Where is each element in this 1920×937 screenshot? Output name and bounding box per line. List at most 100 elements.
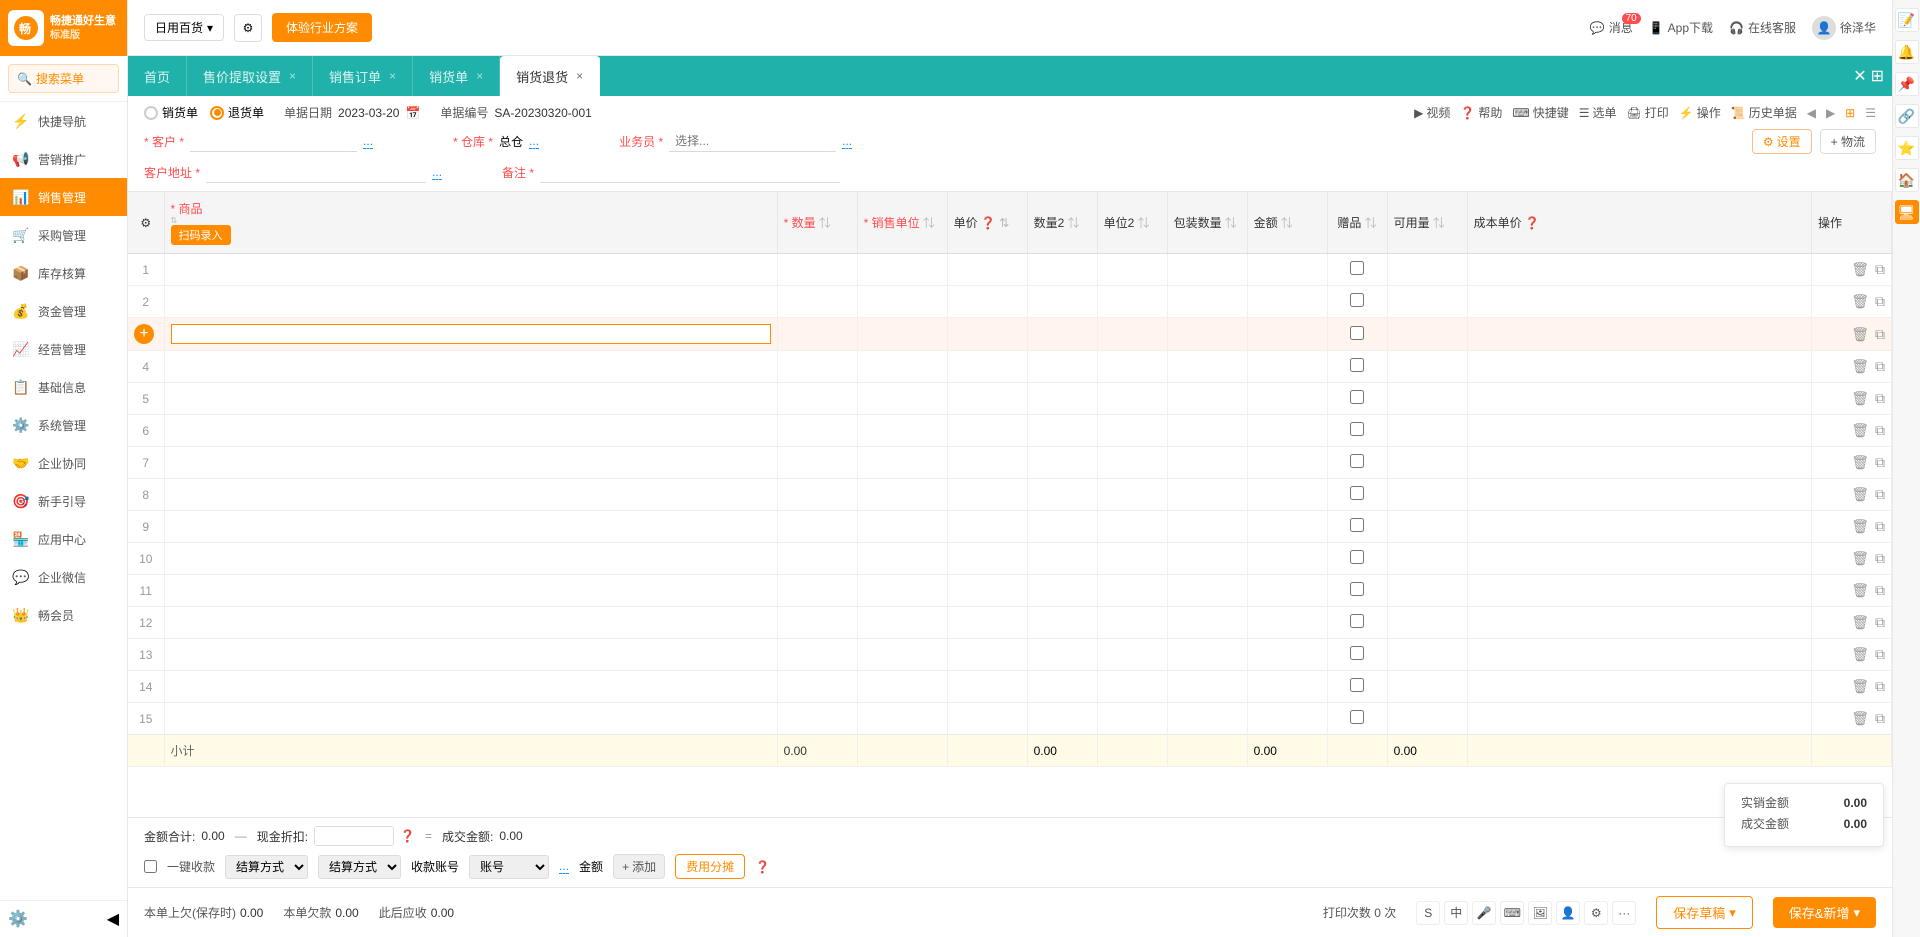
sort-pack-icon[interactable]: ⇅ bbox=[1225, 216, 1237, 230]
sidebar-item-basic[interactable]: 📋 基础信息 bbox=[0, 368, 127, 406]
close-tab-button[interactable]: ✕ bbox=[1853, 66, 1866, 86]
row4-delete-icon[interactable]: 🗑 bbox=[1851, 358, 1869, 375]
right-panel-btn-4[interactable]: 🔗 bbox=[1895, 104, 1919, 128]
customer-more-link[interactable]: ... bbox=[363, 134, 373, 149]
sales-rep-input[interactable] bbox=[669, 131, 836, 152]
row2-copy-icon[interactable]: ⧉ bbox=[1875, 293, 1885, 310]
sales-rep-more-link[interactable]: ... bbox=[842, 134, 852, 149]
tab-sales-return[interactable]: 销货退货 × bbox=[500, 56, 600, 96]
sidebar-item-newguide[interactable]: 🎯 新手引导 bbox=[0, 482, 127, 520]
calculation-select[interactable]: 结算方式 bbox=[318, 855, 401, 879]
sidebar-item-shortcut[interactable]: ⚡ 快捷导航 bbox=[0, 102, 127, 140]
sidebar-item-wechat[interactable]: 💬 企业微信 bbox=[0, 558, 127, 596]
scan-input-button[interactable]: 扫码录入 bbox=[171, 225, 231, 245]
sort-available-icon[interactable]: ⇅ bbox=[1433, 216, 1445, 230]
cash-discount-help-icon[interactable]: ❓ bbox=[400, 829, 415, 843]
row14-delete-icon[interactable]: 🗑 bbox=[1851, 678, 1869, 695]
row14-gift-checkbox[interactable] bbox=[1350, 678, 1364, 692]
tab-close-sales-order[interactable]: × bbox=[389, 69, 396, 83]
app-download-button[interactable]: 📱 App下载 bbox=[1649, 19, 1713, 36]
row6-delete-icon[interactable]: 🗑 bbox=[1851, 422, 1869, 439]
customer-input[interactable] bbox=[190, 131, 357, 152]
fee-split-help-icon[interactable]: ❓ bbox=[755, 860, 770, 874]
sidebar-item-purchase[interactable]: 🛒 采购管理 bbox=[0, 216, 127, 254]
sort-unit-icon[interactable]: ⇅ bbox=[923, 216, 935, 230]
fee-split-button[interactable]: 费用分摊 bbox=[675, 854, 745, 879]
row12-copy-icon[interactable]: ⧉ bbox=[1875, 614, 1885, 631]
account-more-link[interactable]: ... bbox=[559, 859, 569, 874]
row2-delete-icon[interactable]: 🗑 bbox=[1851, 293, 1869, 310]
settings-bottom-icon[interactable]: ⚙️ bbox=[8, 909, 28, 929]
row10-delete-icon[interactable]: 🗑 bbox=[1851, 550, 1869, 567]
sort-goods-icon[interactable]: ⇅ bbox=[171, 217, 771, 225]
nav-next-icon[interactable]: ▶ bbox=[1826, 106, 1835, 120]
row11-gift-checkbox[interactable] bbox=[1350, 582, 1364, 596]
tab-close-price-setting[interactable]: × bbox=[289, 69, 296, 83]
add-logistics-button[interactable]: + 物流 bbox=[1820, 129, 1876, 154]
calendar-icon[interactable]: 📅 bbox=[405, 106, 420, 120]
row7-copy-icon[interactable]: ⧉ bbox=[1875, 454, 1885, 471]
add-payment-button[interactable]: + 添加 bbox=[613, 854, 665, 879]
sort-unit2-icon[interactable]: ⇅ bbox=[1138, 216, 1150, 230]
video-btn[interactable]: ▶ 视频 bbox=[1414, 104, 1450, 121]
right-panel-btn-6[interactable]: 🏠 bbox=[1895, 168, 1919, 192]
unit-price-help-icon[interactable]: ❓ bbox=[981, 216, 996, 230]
row5-gift-checkbox[interactable] bbox=[1350, 390, 1364, 404]
experience-button[interactable]: 体验行业方案 bbox=[272, 13, 372, 42]
sort-unit-price-icon[interactable]: ⇅ bbox=[999, 216, 1009, 230]
sidebar-item-operations[interactable]: 📈 经营管理 bbox=[0, 330, 127, 368]
row9-gift-checkbox[interactable] bbox=[1350, 518, 1364, 532]
sidebar-item-enterprise[interactable]: 🤝 企业协同 bbox=[0, 444, 127, 482]
sidebar-item-system[interactable]: ⚙️ 系统管理 bbox=[0, 406, 127, 444]
tool-mic-icon[interactable]: 🎤 bbox=[1472, 901, 1496, 925]
addr-more-link[interactable]: ... bbox=[432, 165, 442, 180]
add-row-button[interactable]: + bbox=[134, 324, 154, 344]
row2-gift-checkbox[interactable] bbox=[1350, 293, 1364, 307]
daily-selector[interactable]: 日用百货 ▾ bbox=[144, 14, 224, 41]
row15-copy-icon[interactable]: ⧉ bbox=[1875, 710, 1885, 727]
row9-copy-icon[interactable]: ⧉ bbox=[1875, 518, 1885, 535]
search-menu-button[interactable]: 🔍 搜索菜单 bbox=[8, 64, 119, 93]
sort-qty-icon[interactable]: ⇅ bbox=[819, 216, 831, 230]
row6-copy-icon[interactable]: ⧉ bbox=[1875, 422, 1885, 439]
sort-gift-icon[interactable]: ⇅ bbox=[1365, 216, 1377, 230]
row8-copy-icon[interactable]: ⧉ bbox=[1875, 486, 1885, 503]
history-btn[interactable]: 📜 历史单据 bbox=[1731, 104, 1797, 121]
operate-btn[interactable]: ⚡ 操作 bbox=[1679, 104, 1721, 121]
row15-delete-icon[interactable]: 🗑 bbox=[1851, 710, 1869, 727]
tool-s-icon[interactable]: S bbox=[1416, 901, 1440, 925]
row3-delete-icon[interactable]: 🗑 bbox=[1851, 326, 1869, 343]
row6-gift-checkbox[interactable] bbox=[1350, 422, 1364, 436]
row11-delete-icon[interactable]: 🗑 bbox=[1851, 582, 1869, 599]
settings-gear-button[interactable]: ⚙ bbox=[234, 14, 262, 42]
column-settings-icon[interactable]: ⚙ bbox=[140, 216, 151, 230]
message-button[interactable]: 💬 消息 70 bbox=[1590, 19, 1633, 36]
tab-price-setting[interactable]: 售价提取设置 × bbox=[187, 56, 313, 96]
grid-view-icon[interactable]: ⊞ bbox=[1845, 106, 1855, 120]
row15-gift-checkbox[interactable] bbox=[1350, 710, 1364, 724]
radio-return[interactable]: 退货单 bbox=[210, 104, 264, 121]
row9-delete-icon[interactable]: 🗑 bbox=[1851, 518, 1869, 535]
row4-gift-checkbox[interactable] bbox=[1350, 358, 1364, 372]
tool-image-icon[interactable]: 🖼 bbox=[1528, 901, 1552, 925]
maximize-button[interactable]: ⊞ bbox=[1871, 66, 1884, 86]
print-btn[interactable]: 🖨 打印 bbox=[1627, 104, 1669, 121]
sidebar-item-finance[interactable]: 💰 资金管理 bbox=[0, 292, 127, 330]
row3-goods-input[interactable] bbox=[171, 324, 771, 344]
payment-method-select[interactable]: 结算方式 bbox=[225, 855, 308, 879]
list-view-icon[interactable]: ☰ bbox=[1865, 106, 1876, 120]
row13-delete-icon[interactable]: 🗑 bbox=[1851, 646, 1869, 663]
settings-button[interactable]: ⚙ 设置 bbox=[1752, 129, 1812, 154]
row13-copy-icon[interactable]: ⧉ bbox=[1875, 646, 1885, 663]
tab-home[interactable]: 首页 bbox=[128, 56, 187, 96]
row1-copy-icon[interactable]: ⧉ bbox=[1875, 261, 1885, 278]
collapse-icon[interactable]: ◀ bbox=[107, 909, 119, 929]
sidebar-item-marketing[interactable]: 📢 营销推广 bbox=[0, 140, 127, 178]
tool-settings2-icon[interactable]: ⚙ bbox=[1584, 901, 1608, 925]
row12-gift-checkbox[interactable] bbox=[1350, 614, 1364, 628]
radio-sales[interactable]: 销货单 bbox=[144, 104, 198, 121]
row10-gift-checkbox[interactable] bbox=[1350, 550, 1364, 564]
help-btn[interactable]: ❓ 帮助 bbox=[1460, 104, 1502, 121]
right-panel-btn-7[interactable]: 🖥 bbox=[1895, 200, 1919, 224]
warehouse-more-link[interactable]: ... bbox=[529, 134, 539, 149]
